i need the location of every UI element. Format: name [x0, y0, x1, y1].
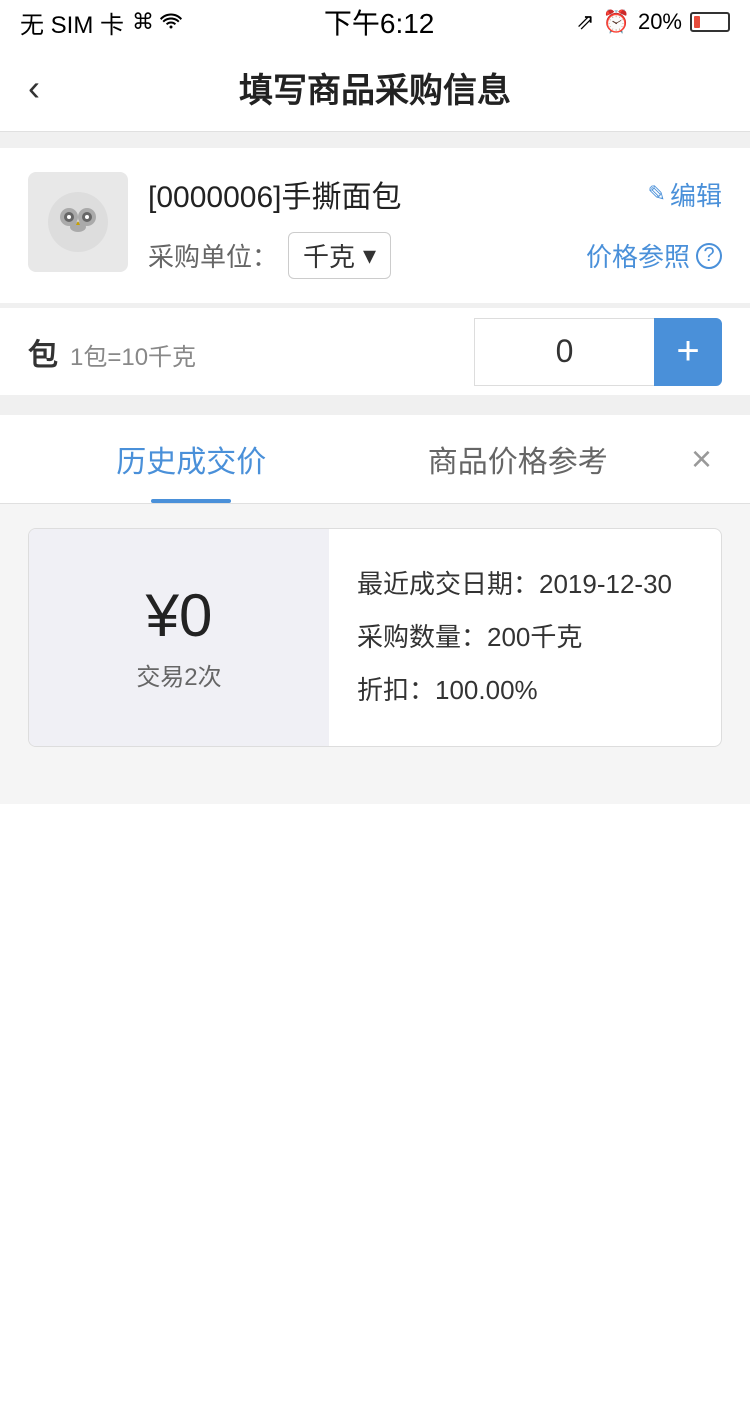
history-card: ¥0 交易2次 最近成交日期：2019-12-30 采购数量：200千克 折扣：… [28, 528, 722, 747]
history-details-block: 最近成交日期：2019-12-30 采购数量：200千克 折扣：100.00% [329, 529, 721, 746]
quantity-label-block: 包 1包=10千克 [28, 330, 474, 374]
location-icon: ⇗ [576, 9, 594, 35]
history-trade-count: 交易2次 [136, 657, 221, 692]
edit-button[interactable]: ✎ 编辑 [648, 176, 722, 213]
quantity-plus-button[interactable]: + [654, 318, 722, 386]
product-thumbnail [28, 172, 128, 272]
history-price-block: ¥0 交易2次 [29, 529, 329, 746]
quantity-section: 包 1包=10千克 + [0, 307, 750, 395]
tabs-section: 历史成交价 商品价格参考 × [0, 415, 750, 504]
purchase-unit-label: 采购单位： [148, 237, 278, 274]
wifi-icon: ⌘ [132, 9, 182, 35]
quantity-input-area: + [474, 318, 722, 386]
battery-icon [690, 12, 730, 32]
history-price-value: ¥0 [146, 583, 213, 649]
history-section: ¥0 交易2次 最近成交日期：2019-12-30 采购数量：200千克 折扣：… [0, 504, 750, 804]
status-left: 无 SIM 卡 ⌘ [20, 5, 182, 40]
bottom-area [0, 804, 750, 1404]
alarm-icon: ⏰ [603, 9, 630, 35]
product-card: [0000006]手撕面包 ✎ 编辑 采购单位： 千克 ▾ 价格参照 ? [0, 148, 750, 303]
tab-product-price-ref[interactable]: 商品价格参考 [354, 415, 680, 503]
unit-selector[interactable]: 千克 ▾ [288, 232, 391, 279]
tab-history-price[interactable]: 历史成交价 [28, 415, 354, 503]
status-time: 下午6:12 [324, 2, 435, 42]
tabs-header: 历史成交价 商品价格参考 × [0, 415, 750, 503]
product-info: [0000006]手撕面包 ✎ 编辑 采购单位： 千克 ▾ 价格参照 ? [148, 172, 722, 279]
back-button[interactable]: ‹ [28, 70, 40, 106]
help-icon: ? [696, 243, 722, 269]
battery-percent: 20% [638, 9, 682, 35]
section-divider [0, 395, 750, 415]
status-bar: 无 SIM 卡 ⌘ 下午6:12 ⇗ ⏰ 20% [0, 0, 750, 44]
discount-line: 折扣：100.00% [357, 671, 693, 710]
tab-close-button[interactable]: × [681, 438, 722, 480]
recent-date-line: 最近成交日期：2019-12-30 [357, 565, 693, 604]
status-right: ⇗ ⏰ 20% [576, 9, 730, 35]
qty-conversion: 1包=10千克 [70, 337, 196, 372]
dropdown-icon: ▾ [363, 240, 376, 271]
qty-unit: 包 [28, 330, 58, 374]
quantity-input[interactable] [474, 318, 654, 386]
page-title: 填写商品采购信息 [239, 63, 511, 112]
carrier-text: 无 SIM 卡 [20, 5, 124, 40]
nav-bar: ‹ 填写商品采购信息 [0, 44, 750, 132]
price-reference-button[interactable]: 价格参照 ? [586, 237, 722, 274]
product-name: [0000006]手撕面包 [148, 172, 401, 216]
edit-icon: ✎ [648, 181, 666, 207]
tab-underline [151, 499, 231, 503]
purchase-qty-line: 采购数量：200千克 [357, 618, 693, 657]
